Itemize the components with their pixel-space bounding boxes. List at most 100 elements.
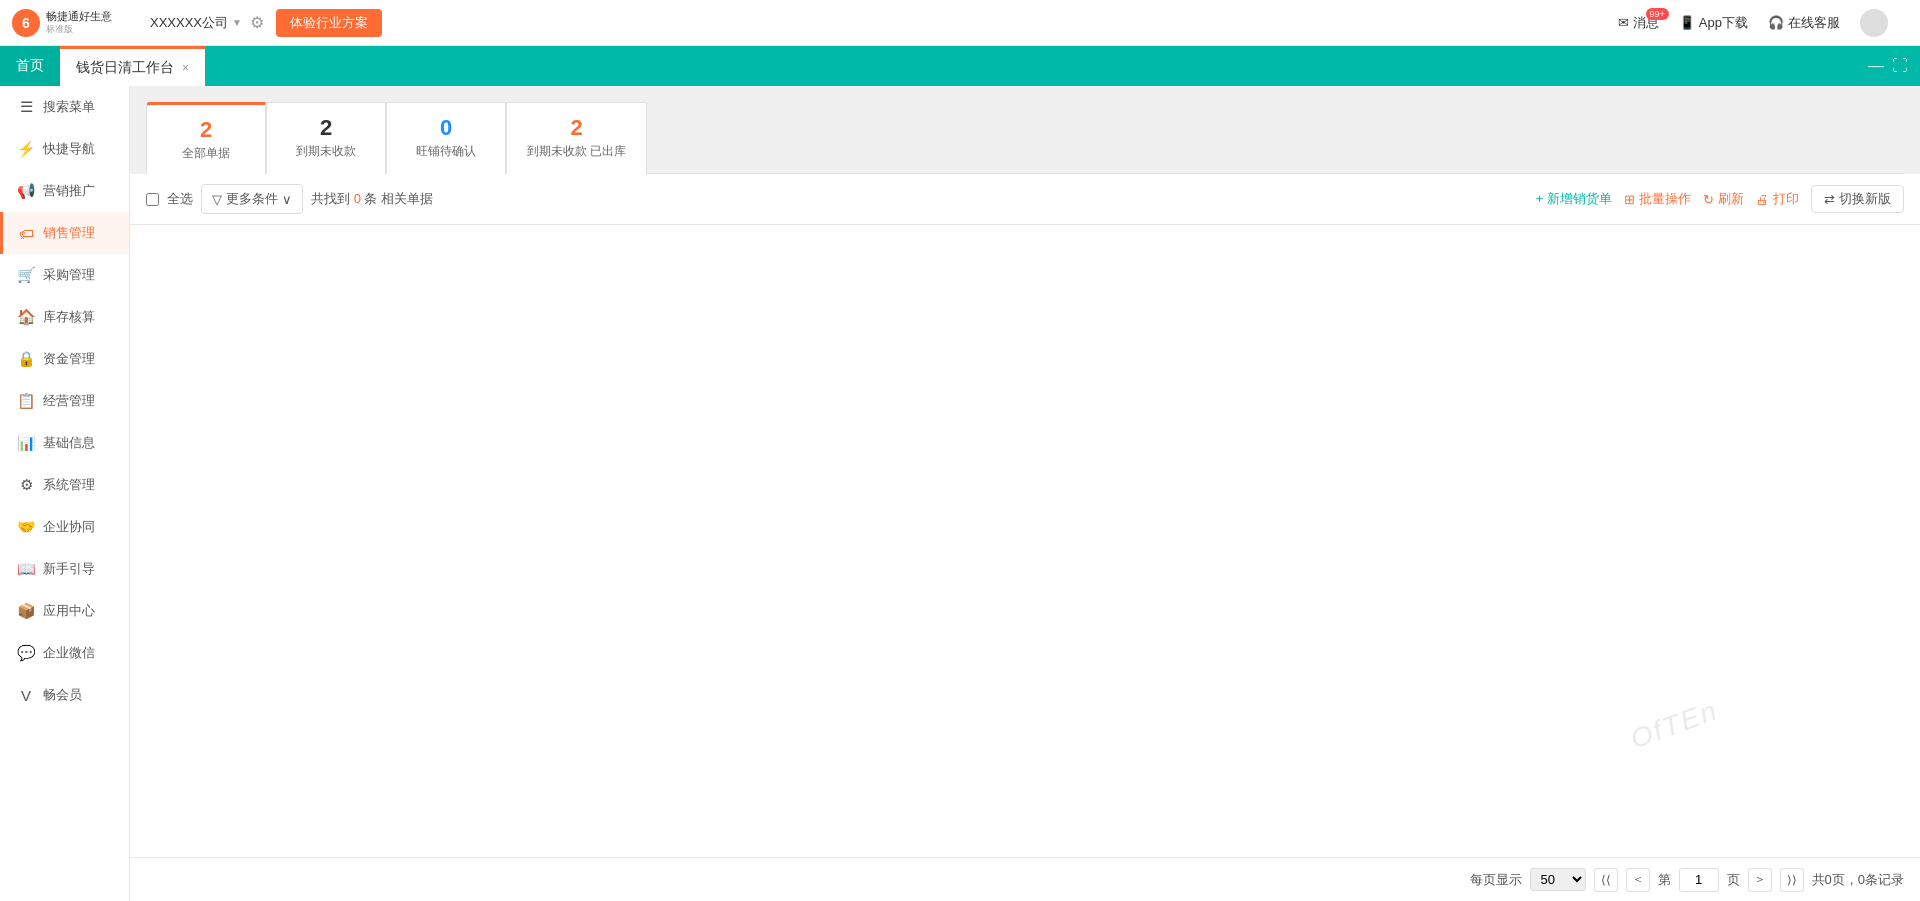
sidebar-label-operations: 经营管理: [43, 392, 95, 410]
sidebar-item-enterprise[interactable]: 🤝 企业协同: [0, 506, 129, 548]
purchase-icon: 🛒: [17, 266, 35, 284]
filter-label: 更多条件: [226, 190, 278, 208]
sidebar-label-guide: 新手引导: [43, 560, 95, 578]
company-selector[interactable]: XXXXXX公司 ▼: [150, 14, 242, 32]
tab-home[interactable]: 首页: [0, 46, 60, 86]
logo: 6 畅捷通好生意 标准版: [12, 9, 142, 37]
sidebar-label-quicknav: 快捷导航: [43, 140, 95, 158]
app-center-icon: 📦: [17, 602, 35, 620]
toolbar-right: + 新增销货单 ⊞ 批量操作 ↻ 刷新 🖨 打印 ⇄ 切换新版: [1536, 185, 1904, 213]
sidebar-item-operations[interactable]: 📋 经营管理: [0, 380, 129, 422]
stats-tab-overdue[interactable]: 2 到期未收款: [266, 102, 386, 174]
filter-button[interactable]: ▽ 更多条件 ∨: [201, 184, 303, 214]
stats-tabs: 2 全部单据 2 到期未收款 0 旺铺待确认 2 到期未收款 已出库: [130, 86, 1920, 174]
quick-nav-icon: ⚡: [17, 140, 35, 158]
stat-number-all: 2: [167, 117, 245, 143]
chevron-down-icon: ▼: [232, 17, 242, 28]
batch-operations-button[interactable]: ⊞ 批量操作: [1624, 190, 1691, 208]
switch-label: 切换新版: [1839, 190, 1891, 208]
stat-label-all: 全部单据: [167, 145, 245, 162]
next-page-button[interactable]: ＞: [1748, 868, 1772, 892]
wechat-icon: 💬: [17, 644, 35, 662]
sidebar-item-vip[interactable]: V 畅会员: [0, 674, 129, 716]
basic-info-icon: 📊: [17, 434, 35, 452]
found-prefix: 共找到: [311, 191, 350, 206]
stat-number-shipped: 2: [527, 115, 626, 141]
stat-label-overdue: 到期未收款: [287, 143, 365, 160]
sidebar-item-app-center[interactable]: 📦 应用中心: [0, 590, 129, 632]
header: 6 畅捷通好生意 标准版 XXXXXX公司 ▼ ⚙ 体验行业方案 ✉ 消息 99…: [0, 0, 1920, 46]
stats-tab-all[interactable]: 2 全部单据: [146, 102, 266, 174]
switch-icon: ⇄: [1824, 192, 1835, 207]
maximize-icon[interactable]: ⛶: [1892, 57, 1908, 75]
batch-label: 批量操作: [1639, 190, 1691, 208]
sidebar-item-finance[interactable]: 🔒 资金管理: [0, 338, 129, 380]
print-icon: 🖨: [1756, 192, 1769, 207]
per-page-select[interactable]: 50 100 200: [1530, 868, 1586, 891]
last-page-button[interactable]: ⟩⟩: [1780, 868, 1804, 892]
per-page-label: 每页显示: [1470, 871, 1522, 889]
mobile-icon: 📱: [1679, 15, 1695, 30]
sidebar-label-wechat: 企业微信: [43, 644, 95, 662]
sidebar-item-purchase[interactable]: 🛒 采购管理: [0, 254, 129, 296]
sidebar-item-basic-info[interactable]: 📊 基础信息: [0, 422, 129, 464]
sales-icon: 🏷: [17, 225, 35, 242]
settings-icon[interactable]: ⚙: [250, 13, 264, 32]
select-all-checkbox[interactable]: [146, 193, 159, 206]
avatar[interactable]: [1860, 9, 1888, 37]
app-download-button[interactable]: 📱 App下载: [1679, 14, 1748, 32]
system-icon: ⚙: [17, 476, 35, 494]
sidebar-item-inventory[interactable]: 🏠 库存核算: [0, 296, 129, 338]
sidebar-item-guide[interactable]: 📖 新手引导: [0, 548, 129, 590]
sidebar-label-system: 系统管理: [43, 476, 95, 494]
found-suffix: 相关单据: [381, 191, 433, 206]
sidebar-label-app-center: 应用中心: [43, 602, 95, 620]
refresh-button[interactable]: ↻ 刷新: [1703, 190, 1744, 208]
logo-text: 畅捷通好生意: [46, 9, 112, 23]
batch-icon: ⊞: [1624, 192, 1635, 207]
stat-number-overdue: 2: [287, 115, 365, 141]
trial-button[interactable]: 体验行业方案: [276, 9, 382, 37]
message-button[interactable]: ✉ 消息 99+: [1618, 14, 1659, 32]
stat-label-wangpu: 旺铺待确认: [407, 143, 485, 160]
minimize-icon[interactable]: —: [1868, 57, 1884, 75]
sidebar-item-system[interactable]: ⚙ 系统管理: [0, 464, 129, 506]
tab-daily-work[interactable]: 钱货日清工作台 ×: [60, 46, 205, 86]
stats-tab-wangpu[interactable]: 0 旺铺待确认: [386, 102, 506, 174]
sidebar-label-vip: 畅会员: [43, 686, 82, 704]
switch-version-button[interactable]: ⇄ 切换新版: [1811, 185, 1904, 213]
sidebar-label-purchase: 采购管理: [43, 266, 95, 284]
page-input[interactable]: [1679, 868, 1719, 892]
first-page-button[interactable]: ⟨⟨: [1594, 868, 1618, 892]
page-label-suffix: 页: [1727, 871, 1740, 889]
pagination-bar: 每页显示 50 100 200 ⟨⟨ ＜ 第 页 ＞ ⟩⟩ 共0页，0条记录: [130, 857, 1920, 901]
tabbar-spacer: [205, 46, 1856, 86]
sidebar-item-wechat[interactable]: 💬 企业微信: [0, 632, 129, 674]
online-service-button[interactable]: 🎧 在线客服: [1768, 14, 1840, 32]
sidebar-item-marketing[interactable]: 📢 营销推广: [0, 170, 129, 212]
total-label: 共0页，0条记录: [1812, 871, 1904, 889]
print-button[interactable]: 🖨 打印: [1756, 190, 1799, 208]
logo-icon: 6: [12, 9, 40, 37]
filter-icon: ▽: [212, 192, 222, 207]
enterprise-icon: 🤝: [17, 518, 35, 536]
add-sales-order-button[interactable]: + 新增销货单: [1536, 190, 1612, 208]
print-label: 打印: [1773, 190, 1799, 208]
sidebar-item-quicknav[interactable]: ⚡ 快捷导航: [0, 128, 129, 170]
stats-tab-shipped[interactable]: 2 到期未收款 已出库: [506, 102, 647, 174]
sidebar-item-sales[interactable]: 🏷 销售管理: [0, 212, 129, 254]
sidebar-label-inventory: 库存核算: [43, 308, 95, 326]
close-icon[interactable]: ×: [182, 61, 189, 75]
refresh-label: 刷新: [1718, 190, 1744, 208]
vip-icon: V: [17, 687, 35, 704]
select-all-label: 全选: [167, 190, 193, 208]
stat-label-shipped: 到期未收款 已出库: [527, 143, 626, 160]
inventory-icon: 🏠: [17, 308, 35, 326]
stat-number-wangpu: 0: [407, 115, 485, 141]
tabbar-actions: — ⛶: [1856, 46, 1920, 86]
prev-page-button[interactable]: ＜: [1626, 868, 1650, 892]
marketing-icon: 📢: [17, 182, 35, 200]
guide-icon: 📖: [17, 560, 35, 578]
sidebar-item-search[interactable]: ☰ 搜索菜单: [0, 86, 129, 128]
logo-badge: 标准版: [46, 23, 112, 36]
